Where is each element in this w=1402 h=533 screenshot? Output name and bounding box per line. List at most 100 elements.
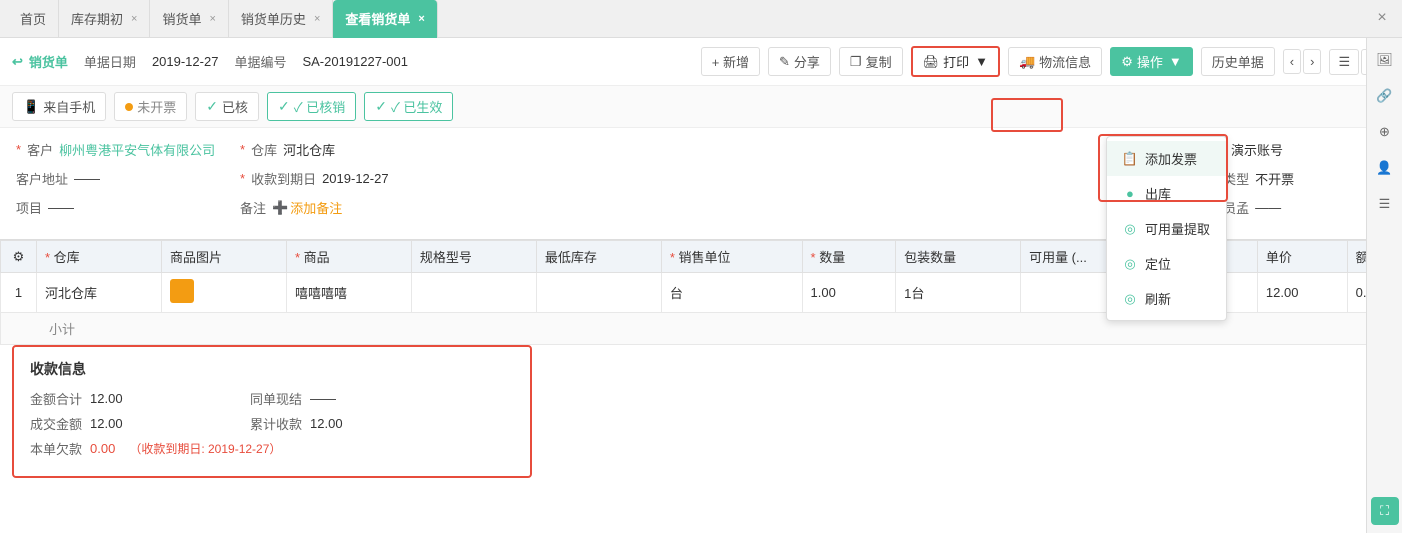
col-pack-qty: 包装数量: [896, 241, 1021, 273]
current-arrears-field: 本单欠款 0.00 （收款到期日: 2019-12-27）: [30, 439, 390, 458]
payment-title: 收款信息: [30, 359, 514, 379]
tab-home-label: 首页: [20, 9, 46, 28]
transaction-amount-field: 成交金额 12.00: [30, 414, 210, 433]
tab-bar: 首页 库存期初 × 销货单 × 销货单历史 × 查看销货单 × ×: [0, 0, 1402, 38]
note-label: 备注: [240, 198, 266, 217]
operate-button[interactable]: ⚙ 操作 ▼: [1110, 47, 1193, 76]
doc-type-label: 销货单: [29, 52, 68, 71]
row-warehouse: 河北仓库: [37, 273, 162, 313]
copy-button[interactable]: ❐ 复制: [839, 47, 903, 76]
warehouse-label: 仓库: [251, 140, 277, 159]
right-sidebar: 🖼 🔗 ⊕ 👤 ☰ ⛶: [1366, 38, 1402, 533]
payment-row-1: 金额合计 12.00 同单现结 ——: [30, 389, 514, 408]
print-dropdown-arrow: ▼: [975, 54, 988, 69]
not-opened-label: 未开票: [137, 97, 176, 116]
print-label: 打印: [943, 52, 969, 71]
address-label: 客户地址: [16, 169, 68, 188]
nav-prev-button[interactable]: ‹: [1283, 49, 1301, 74]
tab-view-sales-label: 查看销货单: [345, 9, 410, 28]
refresh-icon: ◎: [1123, 292, 1137, 306]
link-icon: 🔗: [1376, 88, 1392, 104]
total-amount-value: 12.00: [90, 391, 123, 406]
tab-inventory-start[interactable]: 库存期初 ×: [59, 0, 150, 38]
doc-actions: + 新增 ✎ 分享 ❐ 复制 🖨 打印 ▼ 🚚 物流信息: [701, 46, 1390, 77]
customer-required-star: *: [16, 142, 21, 157]
warehouse-value: 河北仓库: [283, 140, 335, 159]
logistics-button[interactable]: 🚚 物流信息: [1008, 47, 1102, 76]
salesperson-value: ——: [1255, 200, 1281, 215]
cumulative-payment-value: 12.00: [310, 416, 343, 431]
print-button[interactable]: 🖨 打印 ▼: [911, 46, 1000, 77]
dropdown-add-invoice[interactable]: 📋 添加发票: [1107, 141, 1226, 176]
col-settings[interactable]: ⚙: [1, 241, 37, 273]
row-index: 1: [1, 273, 37, 313]
sidebar-expand-icon[interactable]: ⊕: [1371, 118, 1399, 146]
date-label: 单据日期: [84, 52, 136, 71]
toolbar: 📱 来自手机 未开票 ✓ 已核 ✓ ✓ 已核销 ✓ ✓ 已生效: [0, 86, 1402, 128]
from-phone-button[interactable]: 📱 来自手机: [12, 92, 106, 121]
row-product: 嘻嘻嘻嘻: [286, 273, 411, 313]
window-close-button[interactable]: ×: [1372, 8, 1392, 28]
col-quantity: * 数量: [802, 241, 896, 273]
dropdown-refresh[interactable]: ◎ 刷新: [1107, 281, 1226, 316]
tab-home[interactable]: 首页: [8, 0, 59, 38]
nav-next-button[interactable]: ›: [1303, 49, 1321, 74]
col-min-stock: 最低库存: [536, 241, 661, 273]
confirmed-check-icon: ✓: [278, 98, 290, 115]
project-label: 项目: [16, 198, 42, 217]
tab-sales-order[interactable]: 销货单 ×: [150, 0, 228, 38]
history-button[interactable]: 历史单据: [1201, 47, 1275, 76]
address-field: 客户地址 ——: [16, 169, 216, 188]
tab-sales-history[interactable]: 销货单历史 ×: [229, 0, 333, 38]
add-note-label: 添加备注: [290, 198, 342, 217]
staff-value: 演示账号: [1231, 140, 1283, 159]
add-note-plus-icon: ➕: [272, 200, 288, 216]
product-image: [170, 279, 194, 303]
same-order-settlement-label: 同单现结: [250, 389, 302, 408]
tab-inventory-close[interactable]: ×: [131, 13, 137, 25]
number-value: SA-20191227-001: [302, 54, 408, 69]
project-value: ——: [48, 200, 74, 215]
sidebar-list-icon[interactable]: ☰: [1371, 190, 1399, 218]
col-product-img: 商品图片: [161, 241, 286, 273]
cumulative-payment-label: 累计收款: [250, 414, 302, 433]
available-qty-icon: ◎: [1123, 222, 1137, 236]
doc-title: ↩ 销货单: [12, 52, 68, 71]
tab-sales-history-close[interactable]: ×: [314, 13, 320, 25]
tab-sales-order-close[interactable]: ×: [209, 13, 215, 25]
effective-label: ✓ 已生效: [391, 97, 443, 116]
add-note-button[interactable]: ➕ 添加备注: [272, 198, 342, 217]
due-date-field: * 收款到期日 2019-12-27: [240, 169, 440, 188]
row-sales-unit: 台: [661, 273, 802, 313]
same-order-settlement-field: 同单现结 ——: [250, 389, 430, 408]
confirm-btn[interactable]: ✓ 已核: [195, 92, 259, 121]
row-min-stock: [536, 273, 661, 313]
sidebar-fullscreen-icon[interactable]: ⛶: [1371, 497, 1399, 525]
sidebar-image-icon[interactable]: 🖼: [1371, 46, 1399, 74]
history-label: 历史单据: [1212, 52, 1264, 71]
confirmed-badge: ✓ ✓ 已核销: [267, 92, 356, 121]
share-button[interactable]: ✎ 分享: [768, 47, 831, 76]
locate-icon: ◎: [1123, 257, 1137, 271]
dropdown-available-qty[interactable]: ◎ 可用量提取: [1107, 211, 1226, 246]
project-field: 项目 ——: [16, 198, 216, 217]
view-list-button[interactable]: ☰: [1329, 49, 1359, 75]
from-phone-label: 来自手机: [43, 97, 95, 116]
doc-header: ↩ 销货单 单据日期 2019-12-27 单据编号 SA-20191227-0…: [0, 38, 1402, 86]
new-button[interactable]: + 新增: [701, 47, 760, 76]
phone-icon: 📱: [23, 99, 39, 115]
row-spec: [411, 273, 536, 313]
dropdown-locate[interactable]: ◎ 定位: [1107, 246, 1226, 281]
customer-value[interactable]: 柳州粤港平安气体有限公司: [59, 140, 215, 159]
effective-check-icon: ✓: [375, 98, 387, 115]
share-label: 分享: [794, 52, 820, 71]
col-unit-price: 单价: [1257, 241, 1347, 273]
total-amount-field: 金额合计 12.00: [30, 389, 210, 408]
tab-view-sales[interactable]: 查看销货单 ×: [333, 0, 437, 38]
share-icon: ✎: [779, 54, 790, 70]
sidebar-user-icon[interactable]: 👤: [1371, 154, 1399, 182]
tab-view-sales-close[interactable]: ×: [418, 13, 424, 25]
dropdown-stock-out[interactable]: ● 出库: [1107, 176, 1226, 211]
sidebar-link-icon[interactable]: 🔗: [1371, 82, 1399, 110]
not-opened-status: 未开票: [114, 92, 187, 121]
